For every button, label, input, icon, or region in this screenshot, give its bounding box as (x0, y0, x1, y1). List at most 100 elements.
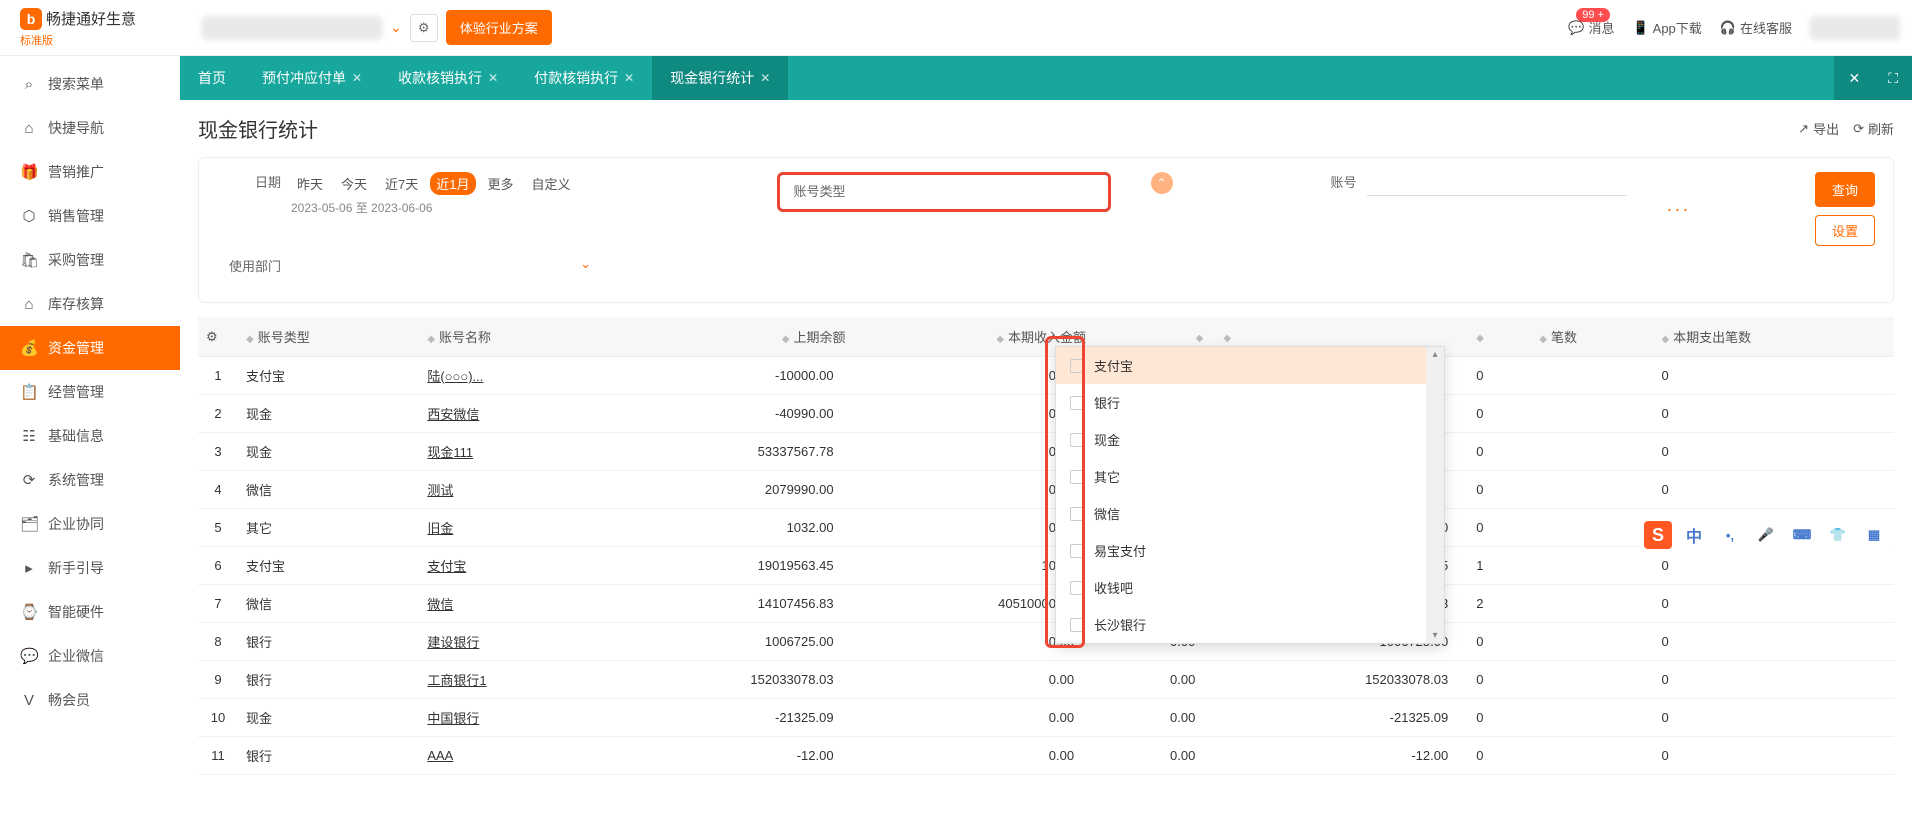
dropdown-option-2[interactable]: 现金 (1056, 421, 1444, 458)
ime-keyboard-icon[interactable]: ⌨ (1788, 521, 1816, 549)
account-name-link[interactable]: 工商银行1 (419, 661, 600, 699)
column-header-0[interactable]: ◆账号类型 (238, 317, 419, 357)
dropdown-option-6[interactable]: 收钱吧 (1056, 569, 1444, 606)
tab-fullscreen[interactable]: ⛶ (1874, 56, 1912, 100)
trial-button[interactable]: 体验行业方案 (446, 10, 552, 45)
refresh-button[interactable]: ⟳刷新 (1853, 119, 1894, 138)
account-name-link[interactable]: AAA (419, 737, 600, 775)
account-name-link[interactable]: 微信 (419, 585, 600, 623)
sidebar-item-9[interactable]: ⟳系统管理 (0, 458, 180, 502)
tab-3[interactable]: 付款核销执行✕ (516, 56, 652, 100)
date-option-1[interactable]: 今天 (335, 172, 373, 195)
headset-icon: 🎧 (1720, 20, 1736, 36)
account-name-link[interactable]: 西安微信 (419, 395, 600, 433)
sidebar-item-8[interactable]: ☷基础信息 (0, 414, 180, 458)
online-service-button[interactable]: 🎧 在线客服 (1720, 18, 1792, 37)
sidebar-item-12[interactable]: ⌚智能硬件 (0, 590, 180, 634)
account-name-link[interactable]: 测试 (419, 471, 600, 509)
tab-2[interactable]: 收款核销执行✕ (380, 56, 516, 100)
account-name-link[interactable]: 现金111 (419, 433, 600, 471)
gear-icon[interactable]: ⚙ (410, 14, 438, 42)
dropdown-option-4[interactable]: 微信 (1056, 495, 1444, 532)
account-name-link[interactable]: 中国银行 (419, 699, 600, 737)
ime-skin-icon[interactable]: 👕 (1824, 521, 1852, 549)
date-option-3[interactable]: 近1月 (430, 172, 475, 195)
account-filter: 账号 (1293, 172, 1627, 196)
account-name-link[interactable]: 陆(○○○)... (419, 357, 600, 395)
tab-close-icon[interactable]: ✕ (624, 71, 634, 85)
settings-button[interactable]: 设置 (1815, 215, 1875, 246)
app-download-button[interactable]: 📱 App下载 (1632, 18, 1701, 37)
table-settings-icon[interactable]: ⚙ (198, 317, 238, 357)
dropdown-scrollbar[interactable]: ▴▾ (1426, 347, 1444, 643)
sidebar-item-1[interactable]: ⌂快捷导航 (0, 106, 180, 150)
page-title: 现金银行统计 (198, 114, 318, 143)
user-info-blurred[interactable] (1810, 16, 1900, 40)
tab-close-icon[interactable]: ✕ (760, 71, 770, 85)
checkbox[interactable] (1070, 581, 1084, 595)
ime-voice-icon[interactable]: 🎤 (1752, 521, 1780, 549)
checkbox[interactable] (1070, 618, 1084, 632)
query-button[interactable]: 查询 (1815, 172, 1875, 207)
sidebar-item-3[interactable]: ⬡销售管理 (0, 194, 180, 238)
more-filters-button[interactable]: ··· (1667, 199, 1691, 220)
company-selector[interactable]: ⌄ ⚙ 体验行业方案 (202, 10, 552, 45)
column-header-7[interactable]: ◆笔数 (1531, 317, 1653, 357)
sidebar-item-13[interactable]: 💬企业微信 (0, 634, 180, 678)
date-option-4[interactable]: 更多 (482, 172, 520, 195)
dropdown-option-3[interactable]: 其它 (1056, 458, 1444, 495)
column-header-8[interactable]: ◆本期支出笔数 (1653, 317, 1894, 357)
date-option-2[interactable]: 近7天 (379, 172, 424, 195)
account-name-link[interactable]: 建设银行 (419, 623, 600, 661)
tab-close-icon[interactable]: ✕ (488, 71, 498, 85)
date-option-5[interactable]: 自定义 (526, 172, 577, 195)
ime-sogou-icon[interactable]: S (1644, 521, 1672, 549)
account-name-link[interactable]: 旧金 (419, 509, 600, 547)
logo: b 畅捷通好生意 标准版 (12, 8, 192, 48)
sidebar-item-7[interactable]: 📋经营管理 (0, 370, 180, 414)
account-input[interactable] (1367, 172, 1627, 196)
checkbox[interactable] (1070, 396, 1084, 410)
main-area: 首页预付冲应付单✕收款核销执行✕付款核销执行✕现金银行统计✕ ✕ ⛶ 现金银行统… (180, 56, 1912, 823)
dropdown-option-7[interactable]: 长沙银行 (1056, 606, 1444, 643)
tab-4[interactable]: 现金银行统计✕ (652, 56, 788, 100)
export-button[interactable]: ↗导出 (1798, 119, 1839, 138)
sidebar-item-6[interactable]: 💰资金管理 (0, 326, 180, 370)
dropdown-option-5[interactable]: 易宝支付 (1056, 532, 1444, 569)
brand-edition: 标准版 (20, 32, 53, 48)
collapse-toggle[interactable]: ⌃ (1151, 172, 1173, 194)
sidebar-item-11[interactable]: ▸新手引导 (0, 546, 180, 590)
ime-punct-icon[interactable]: •, (1716, 521, 1744, 549)
tab-0[interactable]: 首页 (180, 56, 244, 100)
ime-toolbox-icon[interactable]: ▦ (1860, 521, 1888, 549)
account-type-input[interactable] (854, 185, 1094, 200)
sidebar-item-2[interactable]: 🎁营销推广 (0, 150, 180, 194)
sort-icon: ◆ (246, 334, 254, 345)
account-type-filter[interactable]: 账号类型 (777, 172, 1111, 212)
checkbox[interactable] (1070, 433, 1084, 447)
ime-lang-toggle[interactable]: 中 (1680, 521, 1708, 549)
sort-icon: ◆ (427, 334, 435, 345)
dropdown-option-1[interactable]: 银行 (1056, 384, 1444, 421)
tab-1[interactable]: 预付冲应付单✕ (244, 56, 380, 100)
column-header-2[interactable]: ◆上期余额 (601, 317, 854, 357)
account-name-link[interactable]: 支付宝 (419, 547, 600, 585)
sidebar-item-10[interactable]: 🗂企业协同 (0, 502, 180, 546)
dept-select[interactable]: ⌄ (291, 256, 591, 273)
dropdown-option-0[interactable]: 支付宝 (1056, 347, 1444, 384)
messages-button[interactable]: 💬 消息 99 + (1568, 18, 1614, 37)
tab-close-all[interactable]: ✕ (1834, 56, 1874, 100)
checkbox[interactable] (1070, 544, 1084, 558)
sidebar-item-5[interactable]: ⌂库存核算 (0, 282, 180, 326)
tab-close-icon[interactable]: ✕ (352, 71, 362, 85)
sidebar-item-4[interactable]: 🛍采购管理 (0, 238, 180, 282)
checkbox[interactable] (1070, 470, 1084, 484)
column-header-6[interactable]: ◆ (1468, 317, 1531, 357)
sidebar-icon: 📋 (20, 383, 38, 401)
checkbox[interactable] (1070, 359, 1084, 373)
checkbox[interactable] (1070, 507, 1084, 521)
column-header-1[interactable]: ◆账号名称 (419, 317, 600, 357)
date-option-0[interactable]: 昨天 (291, 172, 329, 195)
sidebar-item-0[interactable]: ⌕搜索菜单 (0, 62, 180, 106)
sidebar-item-14[interactable]: V畅会员 (0, 678, 180, 722)
